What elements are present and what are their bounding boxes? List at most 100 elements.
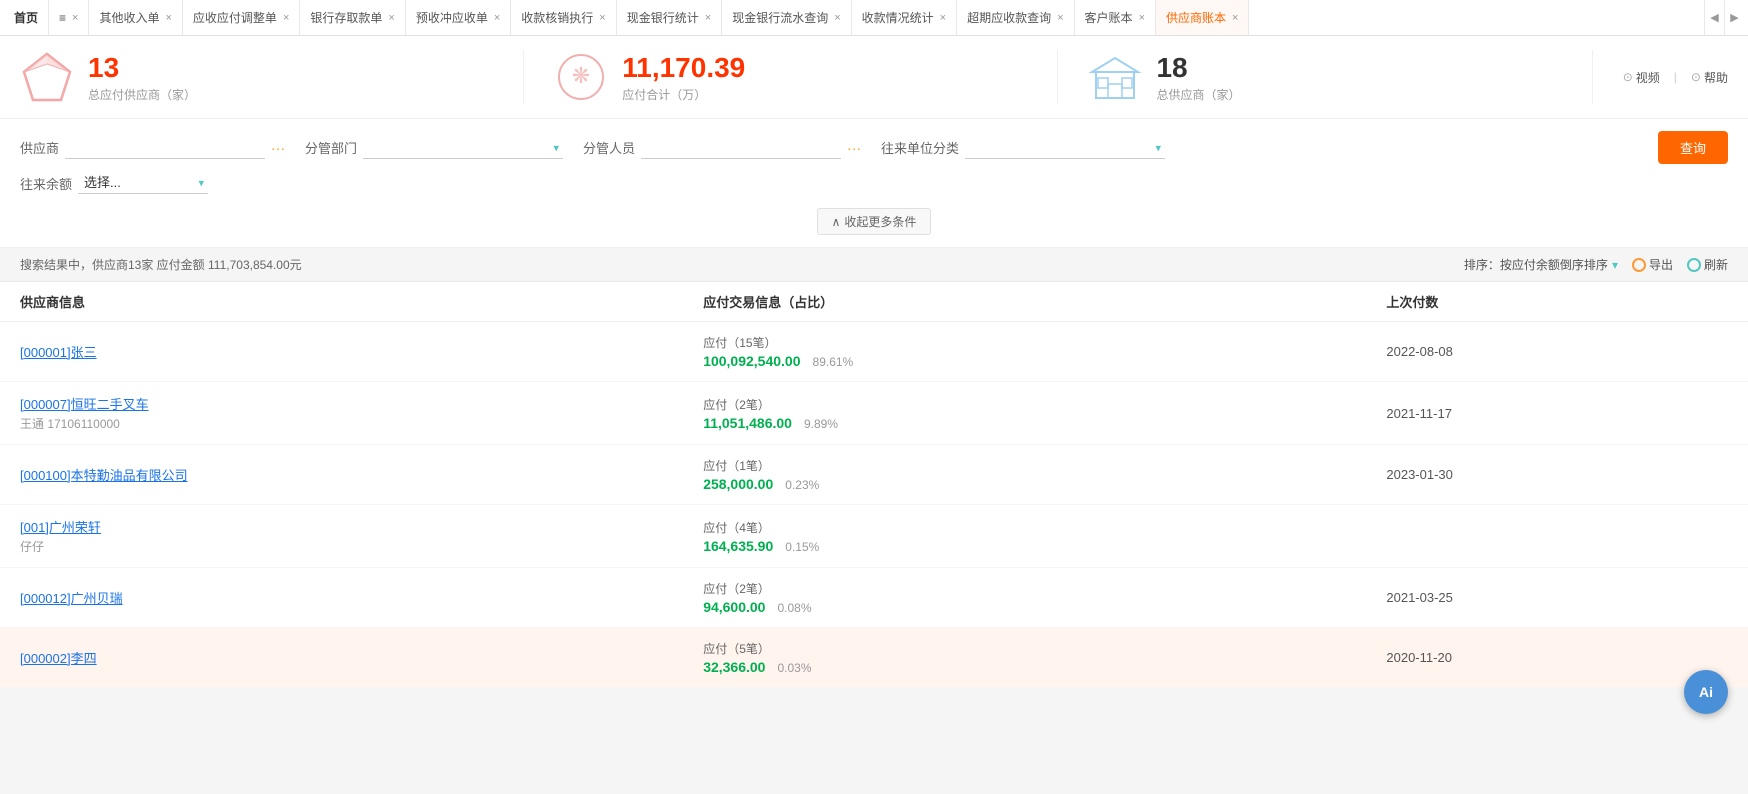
category-filter-select[interactable] — [965, 137, 1165, 159]
table-row: [000001]张三 应付（15笔） 100,092,540.00 89.61%… — [0, 322, 1748, 382]
nav-prev-button[interactable]: ◀ — [1704, 0, 1724, 36]
close-icon[interactable]: × — [165, 12, 171, 24]
ap-total-value: 11,170.39 — [622, 51, 745, 85]
nav-tab-receipt-stat-label: 收款情况统计 — [862, 9, 934, 26]
tx-pct: 0.15% — [785, 540, 819, 554]
last-pay-cell: 2021-11-17 — [1386, 406, 1728, 421]
close-icon[interactable]: × — [1232, 12, 1238, 24]
supplier-link[interactable]: [000100]本特勤油品有限公司 — [20, 465, 703, 484]
supplier-link[interactable]: [000007]恒旺二手叉车 — [20, 394, 703, 413]
nav-tab-cash-bank-stat[interactable]: 现金银行统计 × — [617, 0, 722, 36]
nav-tab-supplier-ledger[interactable]: 供应商账本 × — [1156, 0, 1249, 36]
ai-label: Ai — [1699, 684, 1713, 700]
last-pay-date: 2022-08-08 — [1386, 344, 1728, 359]
ap-total-label: 应付合计（万） — [622, 86, 745, 103]
tx-pct: 0.23% — [785, 478, 819, 492]
close-icon[interactable]: × — [1139, 12, 1145, 24]
close-icon[interactable]: × — [705, 12, 711, 24]
refresh-icon — [1687, 258, 1701, 272]
close-icon[interactable]: × — [494, 12, 500, 24]
supplier-info-cell: [000002]李四 — [20, 648, 703, 667]
supplier-link[interactable]: [001]广州荣轩 — [20, 517, 703, 536]
total-suppliers-count: 18 — [1156, 51, 1240, 85]
supplier-filter-input[interactable] — [65, 137, 265, 159]
summary-card-total-suppliers: 18 总供应商（家） — [1088, 50, 1592, 104]
nav-tab-other-income[interactable]: 其他收入单 × — [89, 0, 182, 36]
nav-tab-bank-deposit[interactable]: 银行存取款单 × — [300, 0, 405, 36]
nav-tab-menu[interactable]: ≡ × — [49, 0, 89, 36]
balance-select-wrapper: 选择... ▾ — [78, 172, 208, 194]
close-icon[interactable]: × — [599, 12, 605, 24]
tx-label: 应付（2笔） — [703, 396, 1386, 413]
summary-help-links: ⊙ 视频 | ⊙ 帮助 — [1623, 69, 1728, 86]
close-icon[interactable]: × — [834, 12, 840, 24]
nav-tab-cash-flow-label: 现金银行流水查询 — [732, 9, 828, 26]
supplier-link[interactable]: [000001]张三 — [20, 342, 703, 361]
dept-select-wrapper: ▾ — [363, 137, 563, 159]
nav-tab-ar-ap-adjust-label: 应收应付调整单 — [193, 9, 277, 26]
supplier-link[interactable]: [000002]李四 — [20, 648, 703, 667]
tx-pct: 89.61% — [813, 355, 854, 369]
nav-tab-receipt-stat[interactable]: 收款情况统计 × — [852, 0, 957, 36]
close-icon[interactable]: × — [1057, 12, 1063, 24]
person-filter-label: 分管人员 — [583, 138, 635, 157]
supplier-info-cell: [000007]恒旺二手叉车 王通 17106110000 — [20, 394, 703, 432]
ap-total-info: 11,170.39 应付合计（万） — [622, 51, 745, 104]
nav-tab-cash-flow[interactable]: 现金银行流水查询 × — [722, 0, 851, 36]
play-icon: ⊙ — [1623, 70, 1633, 84]
balance-filter-select[interactable]: 选择... — [78, 172, 208, 194]
supplier-contact: 仔仔 — [20, 538, 703, 555]
sort-label: 排序：按应付余额倒序排序 — [1464, 256, 1608, 273]
supplier-filter-more-icon[interactable]: ··· — [271, 140, 285, 156]
supplier-filter-label: 供应商 — [20, 138, 59, 157]
ai-assistant-button[interactable]: Ai — [1684, 670, 1728, 714]
close-icon[interactable]: × — [283, 12, 289, 24]
snowflake-icon: ❋ — [554, 50, 608, 104]
table-row: [000100]本特勤油品有限公司 应付（1笔） 258,000.00 0.23… — [0, 445, 1748, 505]
nav-tab-receipt-verify-label: 收款核销执行 — [521, 9, 593, 26]
nav-next-button[interactable]: ▶ — [1724, 0, 1744, 36]
help-link[interactable]: ⊙ 帮助 — [1691, 69, 1728, 86]
nav-tab-overdue-ar[interactable]: 超期应收款查询 × — [957, 0, 1074, 36]
nav-tab-supplier-ledger-label: 供应商账本 — [1166, 9, 1226, 26]
supplier-info-cell: [000001]张三 — [20, 342, 703, 361]
query-button[interactable]: 查询 — [1658, 131, 1728, 164]
export-button[interactable]: 导出 — [1632, 256, 1673, 273]
close-icon[interactable]: × — [388, 12, 394, 24]
dept-filter-select[interactable] — [363, 137, 563, 159]
person-filter-more-icon[interactable]: ··· — [847, 140, 861, 156]
tx-amount: 94,600.00 — [703, 599, 765, 615]
close-icon[interactable]: × — [72, 12, 78, 24]
table-header: 供应商信息 应付交易信息（占比） 上次付数 — [0, 282, 1748, 322]
refresh-button[interactable]: 刷新 — [1687, 256, 1728, 273]
sort-dropdown[interactable]: 排序：按应付余额倒序排序 ▾ — [1464, 256, 1618, 273]
tx-info-cell: 应付（4笔） 164,635.90 0.15% — [703, 519, 1386, 554]
dept-filter-group: 分管部门 ▾ — [305, 137, 563, 159]
nav-tab-customer-ledger[interactable]: 客户账本 × — [1075, 0, 1156, 36]
supplier-link[interactable]: [000012]广州贝瑞 — [20, 588, 703, 607]
nav-tab-ar-ap-adjust[interactable]: 应收应付调整单 × — [183, 0, 300, 36]
tx-label: 应付（4笔） — [703, 519, 1386, 536]
tx-info-cell: 应付（5笔） 32,366.00 0.03% — [703, 640, 1386, 675]
results-bar: 搜索结果中，供应商13家 应付金额 111,703,854.00元 排序：按应付… — [0, 248, 1748, 282]
close-icon[interactable]: × — [940, 12, 946, 24]
nav-tab-home-label: 首页 — [14, 9, 38, 26]
svg-text:❋: ❋ — [572, 63, 590, 88]
supplier-contact: 王通 17106110000 — [20, 415, 703, 432]
category-select-wrapper: ▾ — [965, 137, 1165, 159]
col-header-last-pay: 上次付数 — [1386, 292, 1728, 311]
person-filter-group: 分管人员 ··· — [583, 137, 861, 159]
nav-tab-receipt-verify[interactable]: 收款核销执行 × — [511, 0, 616, 36]
person-filter-input[interactable] — [641, 137, 841, 159]
video-link[interactable]: ⊙ 视频 — [1623, 69, 1660, 86]
tx-info-cell: 应付（2笔） 94,600.00 0.08% — [703, 580, 1386, 615]
nav-tab-other-income-label: 其他收入单 — [99, 9, 159, 26]
collapse-filter-button[interactable]: ∧ 收起更多条件 — [817, 208, 932, 235]
col-header-tx: 应付交易信息（占比） — [703, 292, 1386, 311]
nav-tab-prepay-ar[interactable]: 预收冲应收单 × — [406, 0, 511, 36]
tx-pct: 0.08% — [777, 601, 811, 615]
supplier-info-cell: [000012]广州贝瑞 — [20, 588, 703, 607]
nav-tab-home[interactable]: 首页 — [4, 0, 49, 36]
tx-amount: 258,000.00 — [703, 476, 773, 492]
tx-info-cell: 应付（1笔） 258,000.00 0.23% — [703, 457, 1386, 492]
